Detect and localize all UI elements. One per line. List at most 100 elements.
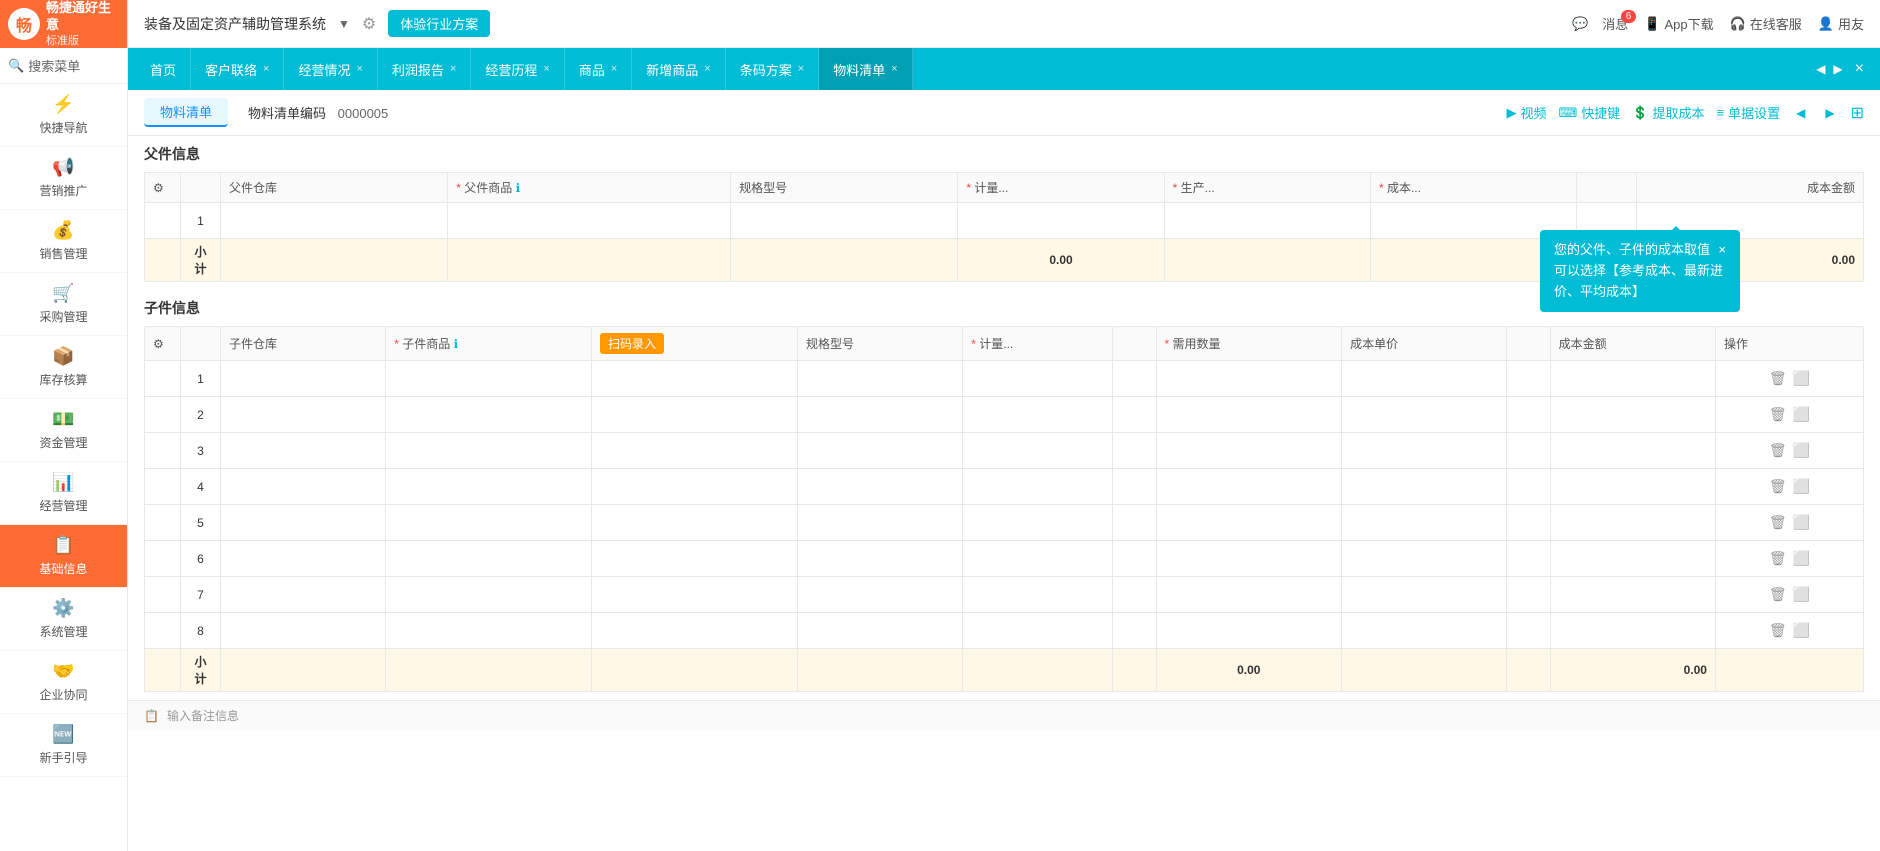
sidebar-item-sales[interactable]: 💰销售管理 (0, 210, 127, 273)
child-row-warehouse-2[interactable] (221, 433, 386, 469)
child-row-qty-6[interactable] (1156, 577, 1342, 613)
copy-icon-1[interactable]: ⬜ (1793, 406, 1810, 423)
copy-icon-2[interactable]: ⬜ (1793, 442, 1810, 459)
sub-nav-prev[interactable]: ◀ (1792, 106, 1809, 120)
parent-col-settings[interactable]: ⚙ (145, 173, 181, 203)
copy-icon-6[interactable]: ⬜ (1793, 586, 1810, 603)
child-row-spec-3[interactable] (797, 469, 962, 505)
child-row-spec-1[interactable] (797, 397, 962, 433)
extract-cost-action[interactable]: 💲 提取成本 (1632, 103, 1704, 122)
delete-icon-5[interactable]: 🗑 (1769, 550, 1787, 567)
child-row-warehouse-4[interactable] (221, 505, 386, 541)
parent-row-spec[interactable] (731, 203, 958, 239)
nav-tab-6[interactable]: 新增商品× (632, 48, 725, 90)
child-row-unit-cost-3[interactable] (1342, 469, 1507, 505)
copy-icon-5[interactable]: ⬜ (1793, 550, 1810, 567)
nav-tab-close-2[interactable]: × (356, 63, 362, 75)
copy-icon-0[interactable]: ⬜ (1793, 370, 1810, 387)
tab-bill-list[interactable]: 物料清单 (144, 98, 228, 127)
child-row-unit-7[interactable] (963, 613, 1113, 649)
child-row-unit-cost-5[interactable] (1342, 541, 1507, 577)
nav-tab-close-3[interactable]: × (450, 63, 456, 75)
nav-tab-close-8[interactable]: × (891, 63, 897, 75)
system-dropdown-btn[interactable]: ▼ (338, 17, 350, 31)
user-action[interactable]: 👤 用友 (1818, 14, 1864, 33)
nav-tab-3[interactable]: 利润报告× (378, 48, 471, 90)
sidebar-item-operations[interactable]: 📊经营管理 (0, 462, 127, 525)
nav-prev-arrow[interactable]: ◀ (1812, 62, 1829, 76)
child-row-qty-4[interactable] (1156, 505, 1342, 541)
child-row-warehouse-5[interactable] (221, 541, 386, 577)
bill-settings-action[interactable]: ≡ 单据设置 (1717, 103, 1781, 122)
child-row-unit-5[interactable] (963, 541, 1113, 577)
child-row-spec-0[interactable] (797, 361, 962, 397)
child-row-spec-7[interactable] (797, 613, 962, 649)
shortcut-action[interactable]: ⌨ 快捷键 (1559, 103, 1621, 122)
copy-icon-3[interactable]: ⬜ (1793, 478, 1810, 495)
child-row-unit-0[interactable] (963, 361, 1113, 397)
sidebar-item-purchase[interactable]: 🛒采购管理 (0, 273, 127, 336)
child-row-unit-cost-1[interactable] (1342, 397, 1507, 433)
sidebar-item-basic-info[interactable]: 📋基础信息 (0, 525, 127, 588)
nav-tab-close-6[interactable]: × (704, 63, 710, 75)
child-row-unit-cost-7[interactable] (1342, 613, 1507, 649)
child-row-unit-1[interactable] (963, 397, 1113, 433)
child-row-warehouse-6[interactable] (221, 577, 386, 613)
child-row-warehouse-0[interactable] (221, 361, 386, 397)
child-row-unit-4[interactable] (963, 505, 1113, 541)
sidebar-item-quick-nav[interactable]: ⚡快捷导航 (0, 84, 127, 147)
child-row-product-4[interactable] (386, 505, 592, 541)
delete-icon-2[interactable]: 🗑 (1769, 442, 1787, 459)
delete-icon-0[interactable]: 🗑 (1769, 370, 1787, 387)
child-row-qty-7[interactable] (1156, 613, 1342, 649)
sidebar-item-enterprise[interactable]: 🤝企业协同 (0, 651, 127, 714)
child-row-warehouse-3[interactable] (221, 469, 386, 505)
sidebar-item-finance[interactable]: 💵资金管理 (0, 399, 127, 462)
sidebar-item-guide[interactable]: 🆕新手引导 (0, 714, 127, 777)
child-row-qty-2[interactable] (1156, 433, 1342, 469)
parent-row-product[interactable] (448, 203, 731, 239)
child-row-unit-cost-4[interactable] (1342, 505, 1507, 541)
child-row-unit-2[interactable] (963, 433, 1113, 469)
parent-row-production[interactable] (1164, 203, 1370, 239)
experience-btn[interactable]: 体验行业方案 (388, 10, 490, 37)
child-row-spec-4[interactable] (797, 505, 962, 541)
settings-icon[interactable]: ⚙ (362, 14, 376, 34)
child-row-product-5[interactable] (386, 541, 592, 577)
child-row-unit-cost-6[interactable] (1342, 577, 1507, 613)
nav-tab-5[interactable]: 商品× (565, 48, 632, 90)
child-row-qty-1[interactable] (1156, 397, 1342, 433)
child-row-spec-2[interactable] (797, 433, 962, 469)
copy-icon-7[interactable]: ⬜ (1793, 622, 1810, 639)
child-row-product-2[interactable] (386, 433, 592, 469)
nav-tab-close-4[interactable]: × (543, 63, 549, 75)
search-menu[interactable]: 🔍 搜索菜单 (0, 48, 127, 84)
nav-tab-1[interactable]: 客户联络× (191, 48, 284, 90)
copy-icon-4[interactable]: ⬜ (1793, 514, 1810, 531)
child-row-unit-6[interactable] (963, 577, 1113, 613)
child-row-qty-0[interactable] (1156, 361, 1342, 397)
child-row-warehouse-7[interactable] (221, 613, 386, 649)
parent-row-warehouse[interactable] (221, 203, 448, 239)
child-row-product-3[interactable] (386, 469, 592, 505)
nav-tab-2[interactable]: 经营情况× (284, 48, 377, 90)
scan-input-btn[interactable]: 扫码录入 (600, 333, 664, 354)
nav-tab-0[interactable]: 首页 (136, 48, 191, 90)
nav-tab-close-1[interactable]: × (263, 63, 269, 75)
delete-icon-6[interactable]: 🗑 (1769, 586, 1787, 603)
child-row-unit-cost-0[interactable] (1342, 361, 1507, 397)
delete-icon-3[interactable]: 🗑 (1769, 478, 1787, 495)
message-action[interactable]: 💬 6 消息 (1572, 14, 1628, 33)
child-row-product-7[interactable] (386, 613, 592, 649)
online-service-action[interactable]: 🎧 在线客服 (1730, 14, 1802, 33)
video-action[interactable]: ▶ 视频 (1507, 103, 1547, 122)
child-row-unit-cost-2[interactable] (1342, 433, 1507, 469)
nav-tab-4[interactable]: 经营历程× (471, 48, 564, 90)
parent-row-unit[interactable] (958, 203, 1164, 239)
child-row-product-6[interactable] (386, 577, 592, 613)
delete-icon-4[interactable]: 🗑 (1769, 514, 1787, 531)
nav-tab-close-7[interactable]: × (798, 63, 804, 75)
close-all-tabs-btn[interactable]: × (1847, 60, 1872, 78)
child-row-unit-3[interactable] (963, 469, 1113, 505)
sidebar-item-system[interactable]: ⚙️系统管理 (0, 588, 127, 651)
